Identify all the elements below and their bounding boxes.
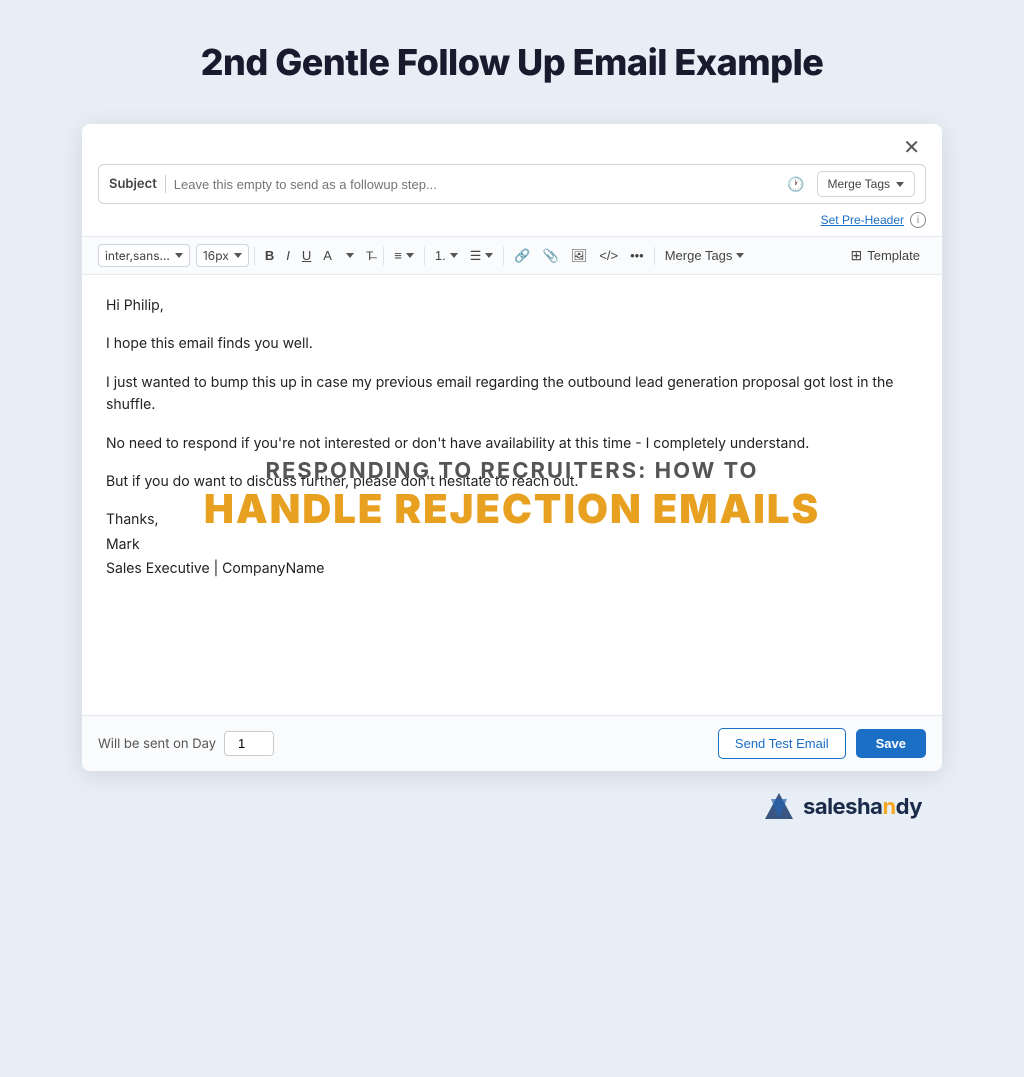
subject-divider [165, 175, 166, 193]
footer-left: Will be sent on Day [98, 731, 274, 756]
email-closing: Thanks, [106, 509, 918, 531]
saleshady-logo-text: saleshandy [803, 794, 922, 820]
close-button[interactable]: ✕ [897, 136, 926, 160]
signature-block: Thanks, Mark Sales Executive | CompanyNa… [106, 509, 918, 580]
page-title: 2nd Gentle Follow Up Email Example [201, 40, 824, 84]
day-input[interactable] [224, 731, 274, 756]
link-button[interactable]: 🔗 [509, 244, 535, 268]
bold-button[interactable]: B [260, 244, 279, 267]
template-button[interactable]: ⊞ Template [845, 243, 926, 268]
will-be-sent-label: Will be sent on Day [98, 736, 216, 752]
subject-input[interactable] [174, 177, 779, 192]
align-button[interactable]: ≡ [389, 244, 419, 267]
font-family-select[interactable]: inter,sans... [98, 244, 190, 267]
font-family-label: inter,sans... [105, 248, 170, 263]
email-composer: ✕ Subject 🕐 Merge Tags Set Pre-Header i … [82, 124, 942, 771]
merge-tags-toolbar-chevron-icon [736, 253, 744, 258]
subject-row: Subject 🕐 Merge Tags [98, 164, 926, 204]
toolbar-separator-5 [654, 247, 655, 265]
email-body[interactable]: Hi Philip, I hope this email finds you w… [82, 275, 942, 715]
template-icon: ⊞ [851, 247, 863, 264]
merge-tags-chevron-icon [896, 182, 904, 187]
email-title: Sales Executive | CompanyName [106, 558, 918, 580]
merge-tags-toolbar-button[interactable]: Merge Tags [660, 244, 750, 267]
email-greeting: Hi Philip, [106, 295, 918, 317]
clock-icon: 🕐 [787, 176, 804, 193]
font-size-label: 16px [203, 248, 229, 263]
clear-format-button[interactable]: T̶ [361, 245, 378, 267]
info-icon[interactable]: i [910, 212, 926, 228]
text-color-chevron[interactable] [339, 249, 359, 262]
toolbar-separator-4 [503, 247, 504, 265]
unordered-list-button[interactable]: ☰ [465, 244, 499, 268]
pre-header-row: Set Pre-Header i [98, 212, 926, 228]
merge-tags-label: Merge Tags [828, 177, 890, 191]
image-button[interactable]: 🖼 [566, 244, 593, 268]
ul-chevron-icon [485, 253, 493, 258]
code-button[interactable]: </> [594, 244, 623, 267]
set-pre-header-button[interactable]: Set Pre-Header [821, 213, 904, 227]
email-line4: But if you do want to discuss further, p… [106, 471, 918, 493]
email-line2: I just wanted to bump this up in case my… [106, 372, 918, 417]
align-chevron-icon [406, 253, 414, 258]
saleshady-logo: saleshandy [82, 789, 942, 825]
ol-chevron-icon [450, 253, 458, 258]
toolbar: inter,sans... 16px B I U A T̶ ≡ 1. ☰ 🔗 📎… [82, 236, 942, 275]
email-line3: No need to respond if you're not interes… [106, 433, 918, 455]
toolbar-separator-2 [383, 247, 384, 265]
send-test-email-button[interactable]: Send Test Email [718, 728, 846, 759]
more-options-button[interactable]: ••• [625, 244, 649, 267]
font-family-chevron-icon [175, 253, 183, 258]
email-name: Mark [106, 534, 918, 556]
attachment-button[interactable]: 📎 [538, 244, 564, 268]
underline-button[interactable]: U [297, 244, 316, 267]
template-label: Template [867, 248, 920, 263]
email-body-wrapper: Hi Philip, I hope this email finds you w… [82, 275, 942, 715]
save-button[interactable]: Save [856, 729, 926, 758]
merge-tags-button[interactable]: Merge Tags [817, 171, 915, 197]
text-color-button[interactable]: A [318, 244, 337, 267]
email-line1: I hope this email finds you well. [106, 333, 918, 355]
font-size-chevron-icon [234, 253, 242, 258]
italic-button[interactable]: I [281, 244, 295, 267]
footer-right: Send Test Email Save [718, 728, 926, 759]
saleshady-logo-icon [761, 789, 797, 825]
font-size-select[interactable]: 16px [196, 244, 249, 267]
subject-label: Subject [109, 176, 157, 192]
toolbar-separator-3 [424, 247, 425, 265]
composer-footer: Will be sent on Day Send Test Email Save [82, 715, 942, 771]
ordered-list-button[interactable]: 1. [430, 244, 463, 267]
composer-header: ✕ [82, 124, 942, 164]
logo-highlight: n [882, 794, 895, 820]
color-chevron-icon [346, 253, 354, 258]
toolbar-separator-1 [254, 247, 255, 265]
